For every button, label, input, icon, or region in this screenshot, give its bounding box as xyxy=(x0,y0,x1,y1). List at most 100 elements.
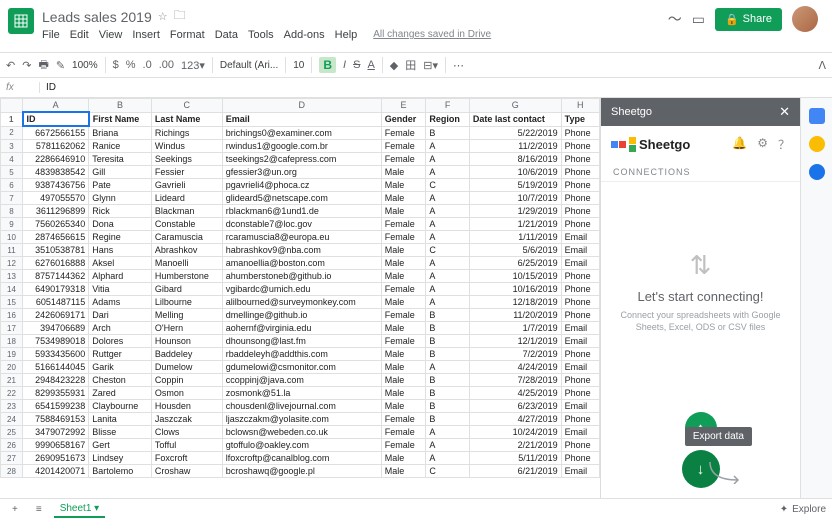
currency-button[interactable]: $ xyxy=(113,59,119,71)
cell[interactable]: B xyxy=(426,322,470,335)
menu-add-ons[interactable]: Add-ons xyxy=(284,29,325,41)
row-header[interactable]: 2 xyxy=(1,126,23,140)
cell[interactable]: B xyxy=(426,400,470,413)
cell[interactable]: 7560265340 xyxy=(23,218,89,231)
cell[interactable]: Phone xyxy=(561,140,599,153)
cell[interactable]: 4/25/2019 xyxy=(469,387,561,400)
cell[interactable]: Clows xyxy=(151,426,222,439)
cell[interactable]: 1/21/2019 xyxy=(469,218,561,231)
cell[interactable]: 6/23/2019 xyxy=(469,400,561,413)
cell[interactable]: C xyxy=(426,179,470,192)
cell[interactable]: 10/16/2019 xyxy=(469,283,561,296)
cell[interactable]: Manoelli xyxy=(151,257,222,270)
cell[interactable]: Cheston xyxy=(89,374,152,387)
cell[interactable]: lfoxcroftp@canalblog.com xyxy=(222,452,381,465)
cell[interactable]: Male xyxy=(381,257,426,270)
col-header[interactable]: B xyxy=(89,99,152,113)
cell[interactable]: Windus xyxy=(151,140,222,153)
cell[interactable]: Glynn xyxy=(89,192,152,205)
cell[interactable]: A xyxy=(426,205,470,218)
cell[interactable]: Phone xyxy=(561,283,599,296)
cell[interactable]: 3611296899 xyxy=(23,205,89,218)
menu-data[interactable]: Data xyxy=(215,29,238,41)
cell[interactable]: Rick xyxy=(89,205,152,218)
cell[interactable]: A xyxy=(426,192,470,205)
row-header[interactable]: 19 xyxy=(1,348,23,361)
cell[interactable]: A xyxy=(426,166,470,179)
cell[interactable]: Phone xyxy=(561,153,599,166)
font-select[interactable]: Default (Ari... xyxy=(220,60,278,71)
more-formats-button[interactable]: 123▾ xyxy=(181,59,205,72)
cell[interactable]: Garik xyxy=(89,361,152,374)
cell[interactable]: brichings0@examiner.com xyxy=(222,126,381,140)
cell[interactable]: 2948423228 xyxy=(23,374,89,387)
row-header[interactable]: 6 xyxy=(1,179,23,192)
menu-tools[interactable]: Tools xyxy=(248,29,274,41)
cell[interactable]: Male xyxy=(381,205,426,218)
cell[interactable]: 6541599238 xyxy=(23,400,89,413)
row-header[interactable]: 18 xyxy=(1,335,23,348)
cell[interactable]: A xyxy=(426,140,470,153)
menu-format[interactable]: Format xyxy=(170,29,205,41)
cell[interactable]: Dona xyxy=(89,218,152,231)
share-button[interactable]: 🔒 Share xyxy=(715,8,782,31)
cell[interactable]: Male xyxy=(381,348,426,361)
cell[interactable]: 2286646910 xyxy=(23,153,89,166)
menu-help[interactable]: Help xyxy=(335,29,358,41)
cell[interactable]: Lanita xyxy=(89,413,152,426)
formula-input[interactable]: ID xyxy=(40,82,62,93)
cell[interactable]: Last Name xyxy=(151,112,222,126)
calendar-icon[interactable] xyxy=(809,108,825,124)
comments-icon[interactable]: ▭ xyxy=(692,11,705,28)
cell[interactable]: Email xyxy=(561,322,599,335)
cell[interactable]: Male xyxy=(381,166,426,179)
cell[interactable]: Gill xyxy=(89,166,152,179)
italic-button[interactable]: I xyxy=(343,59,346,71)
cell[interactable]: rblackman6@1und1.de xyxy=(222,205,381,218)
row-header[interactable]: 9 xyxy=(1,218,23,231)
folder-icon[interactable]: 🗀 xyxy=(174,6,186,27)
cell[interactable]: A xyxy=(426,452,470,465)
cell[interactable]: 5933435600 xyxy=(23,348,89,361)
row-header[interactable]: 5 xyxy=(1,166,23,179)
borders-button[interactable]: 田 xyxy=(405,57,416,73)
cell[interactable]: 10/24/2019 xyxy=(469,426,561,439)
cell[interactable]: Phone xyxy=(561,192,599,205)
cell[interactable]: 6/25/2019 xyxy=(469,257,561,270)
avatar[interactable] xyxy=(792,6,818,32)
col-header[interactable]: H xyxy=(561,99,599,113)
cell[interactable]: chousdenl@livejournal.com xyxy=(222,400,381,413)
cell[interactable]: Male xyxy=(381,192,426,205)
bell-icon[interactable]: 🔔 xyxy=(732,136,747,153)
cell[interactable]: 10/6/2019 xyxy=(469,166,561,179)
cell[interactable]: 1/7/2019 xyxy=(469,322,561,335)
cell[interactable]: 9990658167 xyxy=(23,439,89,452)
cell[interactable]: Email xyxy=(561,244,599,257)
cell[interactable]: B xyxy=(426,309,470,322)
toolbar-collapse-button[interactable]: ᐱ xyxy=(818,59,826,72)
row-header[interactable]: 22 xyxy=(1,387,23,400)
cell[interactable]: 5/22/2019 xyxy=(469,126,561,140)
cell[interactable]: Blackman xyxy=(151,205,222,218)
cell[interactable]: A xyxy=(426,153,470,166)
cell[interactable]: 2690951673 xyxy=(23,452,89,465)
help-icon[interactable]: ？ xyxy=(778,136,790,153)
cell[interactable]: Female xyxy=(381,283,426,296)
cell[interactable]: dhounsong@last.fm xyxy=(222,335,381,348)
cell[interactable]: gtoffulo@oakley.com xyxy=(222,439,381,452)
cell[interactable]: 5/11/2019 xyxy=(469,452,561,465)
cell[interactable]: 5166144045 xyxy=(23,361,89,374)
percent-button[interactable]: % xyxy=(126,59,136,71)
cell[interactable]: Date last contact xyxy=(469,112,561,126)
cell[interactable]: 11/2/2019 xyxy=(469,140,561,153)
cell[interactable]: 5/6/2019 xyxy=(469,244,561,257)
row-header[interactable]: 20 xyxy=(1,361,23,374)
cell[interactable]: bclowsn@webeden.co.uk xyxy=(222,426,381,439)
merge-button[interactable]: ⊟▾ xyxy=(423,59,438,72)
cell[interactable]: gfessier3@un.org xyxy=(222,166,381,179)
row-header[interactable]: 13 xyxy=(1,270,23,283)
cell[interactable]: A xyxy=(426,296,470,309)
cell[interactable]: 6276016888 xyxy=(23,257,89,270)
cell[interactable]: Lindsey xyxy=(89,452,152,465)
cell[interactable]: Phone xyxy=(561,348,599,361)
